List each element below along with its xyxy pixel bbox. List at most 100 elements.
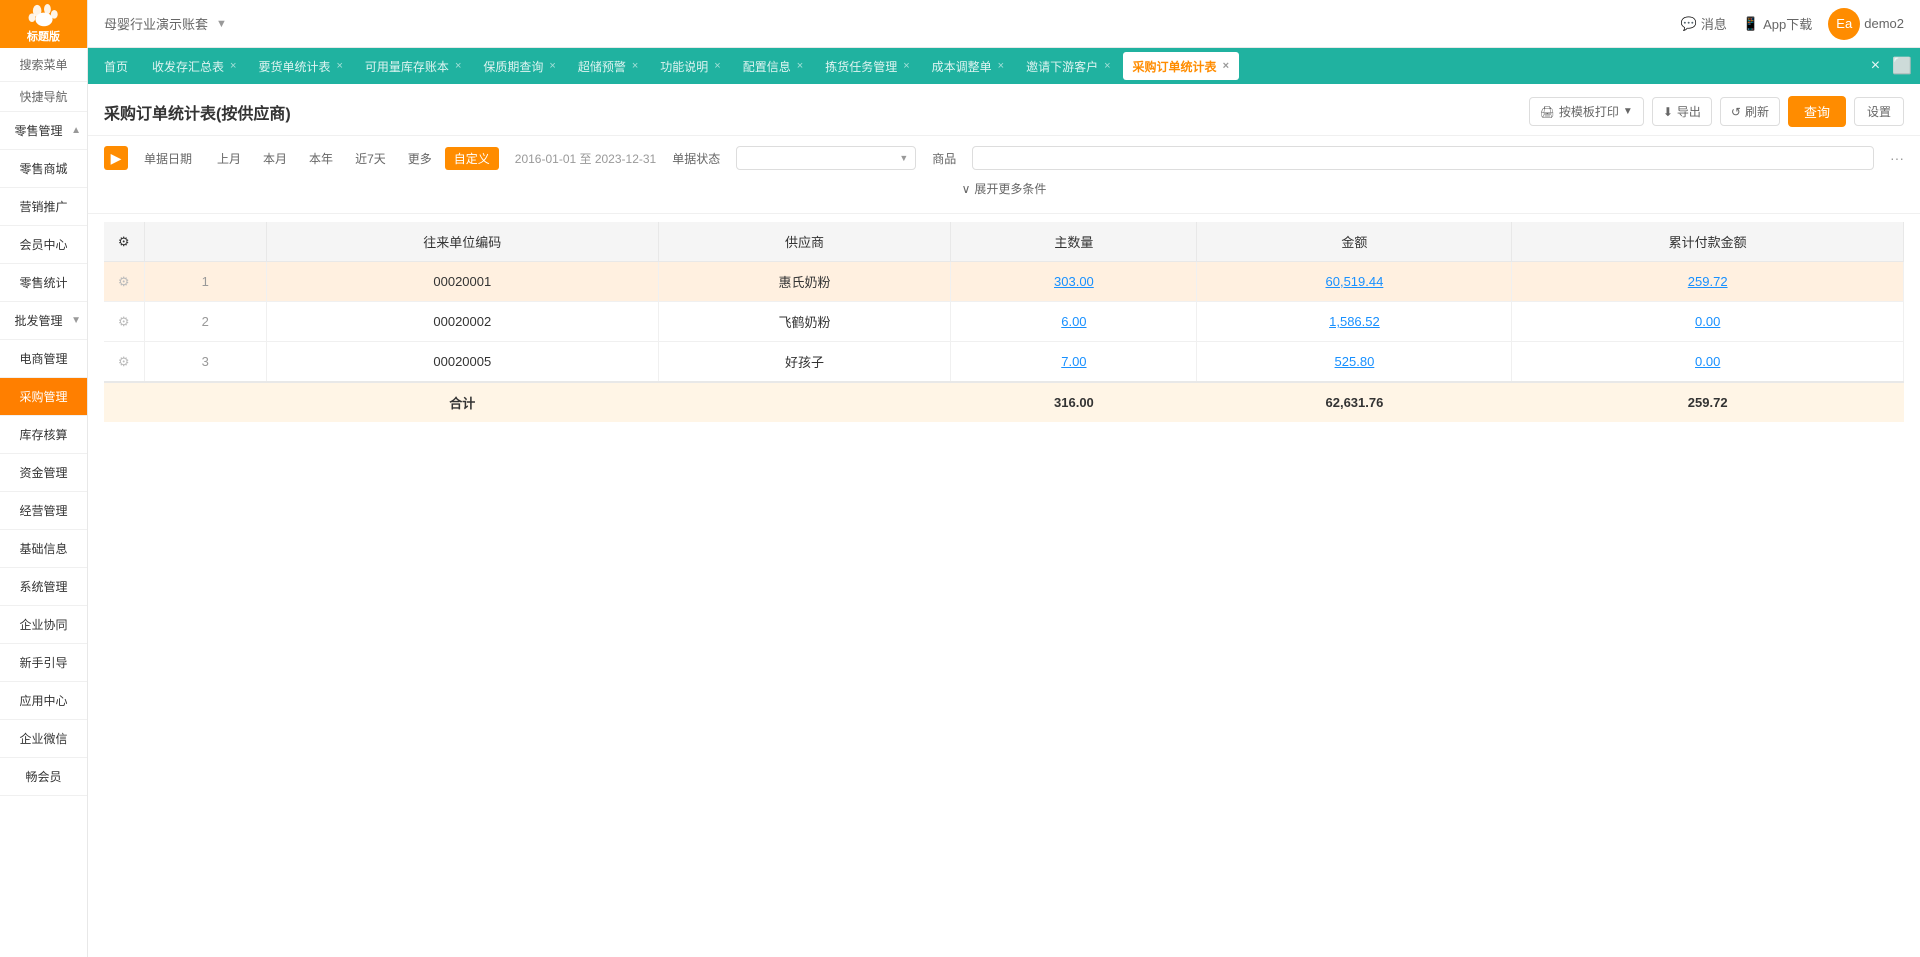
sidebar: 标题版 搜索菜单 快捷导航 零售管理 ▲ 零售商城 营销推广 会员中心 零售统计… xyxy=(0,0,88,957)
logo-text: 标题版 xyxy=(27,28,60,44)
sidebar-item-inventory[interactable]: 库存核算 xyxy=(0,416,87,454)
message-button[interactable]: 💬 消息 xyxy=(1681,14,1727,33)
sidebar-item-purchase[interactable]: 采购管理 xyxy=(0,378,87,416)
tab-cost-adjustment-close[interactable]: × xyxy=(998,60,1004,72)
date-range-display: 2016-01-01 至 2023-12-31 xyxy=(515,150,656,167)
sidebar-item-basic-info[interactable]: 基础信息 xyxy=(0,530,87,568)
table-row[interactable]: ⚙ 2 00020002 飞鹤奶粉 6.00 1,586.52 0.00 xyxy=(104,302,1904,342)
tab-maximize-button[interactable]: ⬜ xyxy=(1888,54,1916,78)
sidebar-item-enterprise-wechat-label: 企业微信 xyxy=(6,730,81,747)
row-gear-2[interactable]: ⚙ xyxy=(104,342,144,383)
sidebar-item-enterprise-collab[interactable]: 企业协同 xyxy=(0,606,87,644)
settings-button[interactable]: 设置 xyxy=(1854,97,1904,126)
tab-available-inventory-close[interactable]: × xyxy=(455,60,461,72)
col-gear[interactable]: ⚙ xyxy=(104,222,144,262)
status-select[interactable] xyxy=(736,146,916,170)
tab-collection-summary-close[interactable]: × xyxy=(230,60,236,72)
tab-overstock-warning[interactable]: 超储预警 × xyxy=(568,52,648,80)
footer-empty-3 xyxy=(658,382,951,422)
col-amount-label: 金额 xyxy=(1341,235,1367,250)
tab-purchase-stats-close[interactable]: × xyxy=(336,60,342,72)
col-supplier-code[interactable]: 往来单位编码 xyxy=(267,222,659,262)
sidebar-item-app-center[interactable]: 应用中心 xyxy=(0,682,87,720)
col-paid-amount[interactable]: 累计付款金额 xyxy=(1512,222,1904,262)
tab-bar: 首页 收发存汇总表 × 要货单统计表 × 可用量库存账本 × 保质期查询 × 超… xyxy=(88,48,1920,84)
col-amount[interactable]: 金额 xyxy=(1197,222,1512,262)
sidebar-item-member[interactable]: 畅会员 xyxy=(0,758,87,796)
tab-expiry-query-close[interactable]: × xyxy=(549,60,555,72)
row-paid-amount-1: 0.00 xyxy=(1512,302,1904,342)
row-num-1: 2 xyxy=(144,302,267,342)
sidebar-item-operations[interactable]: 经营管理 xyxy=(0,492,87,530)
col-supplier-name-label: 供应商 xyxy=(785,235,824,250)
tab-cost-adjustment[interactable]: 成本调整单 × xyxy=(922,52,1014,80)
sidebar-item-member-center[interactable]: 会员中心 xyxy=(0,226,87,264)
date-pill-this-month[interactable]: 本月 xyxy=(254,147,296,170)
user-profile[interactable]: Ea demo2 xyxy=(1828,8,1904,40)
breadcrumb-dropdown-icon[interactable]: ▼ xyxy=(216,18,227,30)
sidebar-item-marketing-label: 营销推广 xyxy=(6,198,81,215)
sidebar-item-retail-management[interactable]: 零售管理 ▲ xyxy=(0,112,87,150)
tab-purchase-stats[interactable]: 要货单统计表 × xyxy=(248,52,352,80)
table-row[interactable]: ⚙ 3 00020005 好孩子 7.00 525.80 0.00 xyxy=(104,342,1904,383)
table-row[interactable]: ⚙ 1 00020001 惠氏奶粉 303.00 60,519.44 259.7… xyxy=(104,262,1904,302)
template-print-button[interactable]: 🖨 按模板打印 ▼ xyxy=(1529,97,1644,126)
date-pill-7days[interactable]: 近7天 xyxy=(346,147,395,170)
sidebar-item-system[interactable]: 系统管理 xyxy=(0,568,87,606)
tab-home[interactable]: 首页 xyxy=(92,52,140,80)
sidebar-item-new-guide[interactable]: 新手引导 xyxy=(0,644,87,682)
tab-available-inventory[interactable]: 可用量库存账本 × xyxy=(355,52,471,80)
sidebar-item-retail-mall[interactable]: 零售商城 xyxy=(0,150,87,188)
row-supplier-name-1: 飞鹤奶粉 xyxy=(658,302,951,342)
date-pill-more[interactable]: 更多 xyxy=(399,147,441,170)
sidebar-item-wholesale[interactable]: 批发管理 ▼ xyxy=(0,302,87,340)
row-amount-0: 60,519.44 xyxy=(1197,262,1512,302)
tab-invite-downstream-close[interactable]: × xyxy=(1104,60,1110,72)
col-supplier-name[interactable]: 供应商 xyxy=(658,222,951,262)
tab-collection-summary[interactable]: 收发存汇总表 × xyxy=(142,52,246,80)
tab-expiry-query[interactable]: 保质期查询 × xyxy=(473,52,565,80)
export-button[interactable]: ⬇ 导出 xyxy=(1652,97,1712,126)
tab-available-inventory-label: 可用量库存账本 xyxy=(365,58,449,75)
date-pill-this-year[interactable]: 本年 xyxy=(300,147,342,170)
refresh-button[interactable]: ↺ 刷新 xyxy=(1720,97,1780,126)
goods-filter-more-icon[interactable]: ··· xyxy=(1890,150,1904,166)
status-filter-label: 单据状态 xyxy=(672,150,720,167)
top-header: 母婴行业演示账套 ▼ 💬 消息 📱 App下载 Ea demo2 xyxy=(88,0,1920,48)
tab-picking-task-close[interactable]: × xyxy=(903,60,909,72)
expand-more-button[interactable]: ∨ 展开更多条件 xyxy=(104,174,1904,203)
sidebar-item-retail-stats[interactable]: 零售统计 xyxy=(0,264,87,302)
col-quantity[interactable]: 主数量 xyxy=(951,222,1197,262)
tab-picking-task[interactable]: 拣货任务管理 × xyxy=(815,52,919,80)
breadcrumb-text: 母婴行业演示账套 xyxy=(104,14,208,33)
sidebar-item-system-label: 系统管理 xyxy=(6,578,81,595)
date-pill-last-month[interactable]: 上月 xyxy=(208,147,250,170)
filter-toggle-button[interactable]: ▶ xyxy=(104,146,128,170)
tab-config-info-label: 配置信息 xyxy=(743,58,791,75)
tab-function-desc-close[interactable]: × xyxy=(714,60,720,72)
expand-more-label: 展开更多条件 xyxy=(974,180,1046,197)
tab-invite-downstream[interactable]: 邀请下游客户 × xyxy=(1016,52,1120,80)
tab-purchase-order-stats-close[interactable]: × xyxy=(1223,60,1229,72)
app-download-button[interactable]: 📱 App下载 xyxy=(1743,14,1812,33)
footer-amount: 62,631.76 xyxy=(1197,382,1512,422)
search-menu[interactable]: 搜索菜单 xyxy=(0,48,87,82)
sidebar-item-enterprise-wechat[interactable]: 企业微信 xyxy=(0,720,87,758)
tab-config-info-close[interactable]: × xyxy=(797,60,803,72)
date-pill-custom[interactable]: 自定义 xyxy=(445,147,499,170)
row-gear-1[interactable]: ⚙ xyxy=(104,302,144,342)
tab-overstock-warning-close[interactable]: × xyxy=(632,60,638,72)
sidebar-item-finance[interactable]: 资金管理 xyxy=(0,454,87,492)
goods-filter-input[interactable] xyxy=(972,146,1874,170)
tab-function-desc[interactable]: 功能说明 × xyxy=(650,52,730,80)
query-button[interactable]: 查询 xyxy=(1788,96,1846,127)
table-footer-row: 合计 316.00 62,631.76 259.72 xyxy=(104,382,1904,422)
tab-close-all-button[interactable]: × xyxy=(1867,55,1884,77)
date-filter-label: 单据日期 xyxy=(144,150,192,167)
quick-nav[interactable]: 快捷导航 xyxy=(0,82,87,112)
sidebar-item-marketing[interactable]: 营销推广 xyxy=(0,188,87,226)
row-gear-0[interactable]: ⚙ xyxy=(104,262,144,302)
tab-config-info[interactable]: 配置信息 × xyxy=(733,52,813,80)
sidebar-item-ecommerce[interactable]: 电商管理 xyxy=(0,340,87,378)
tab-purchase-order-stats[interactable]: 采购订单统计表 × xyxy=(1123,52,1239,80)
